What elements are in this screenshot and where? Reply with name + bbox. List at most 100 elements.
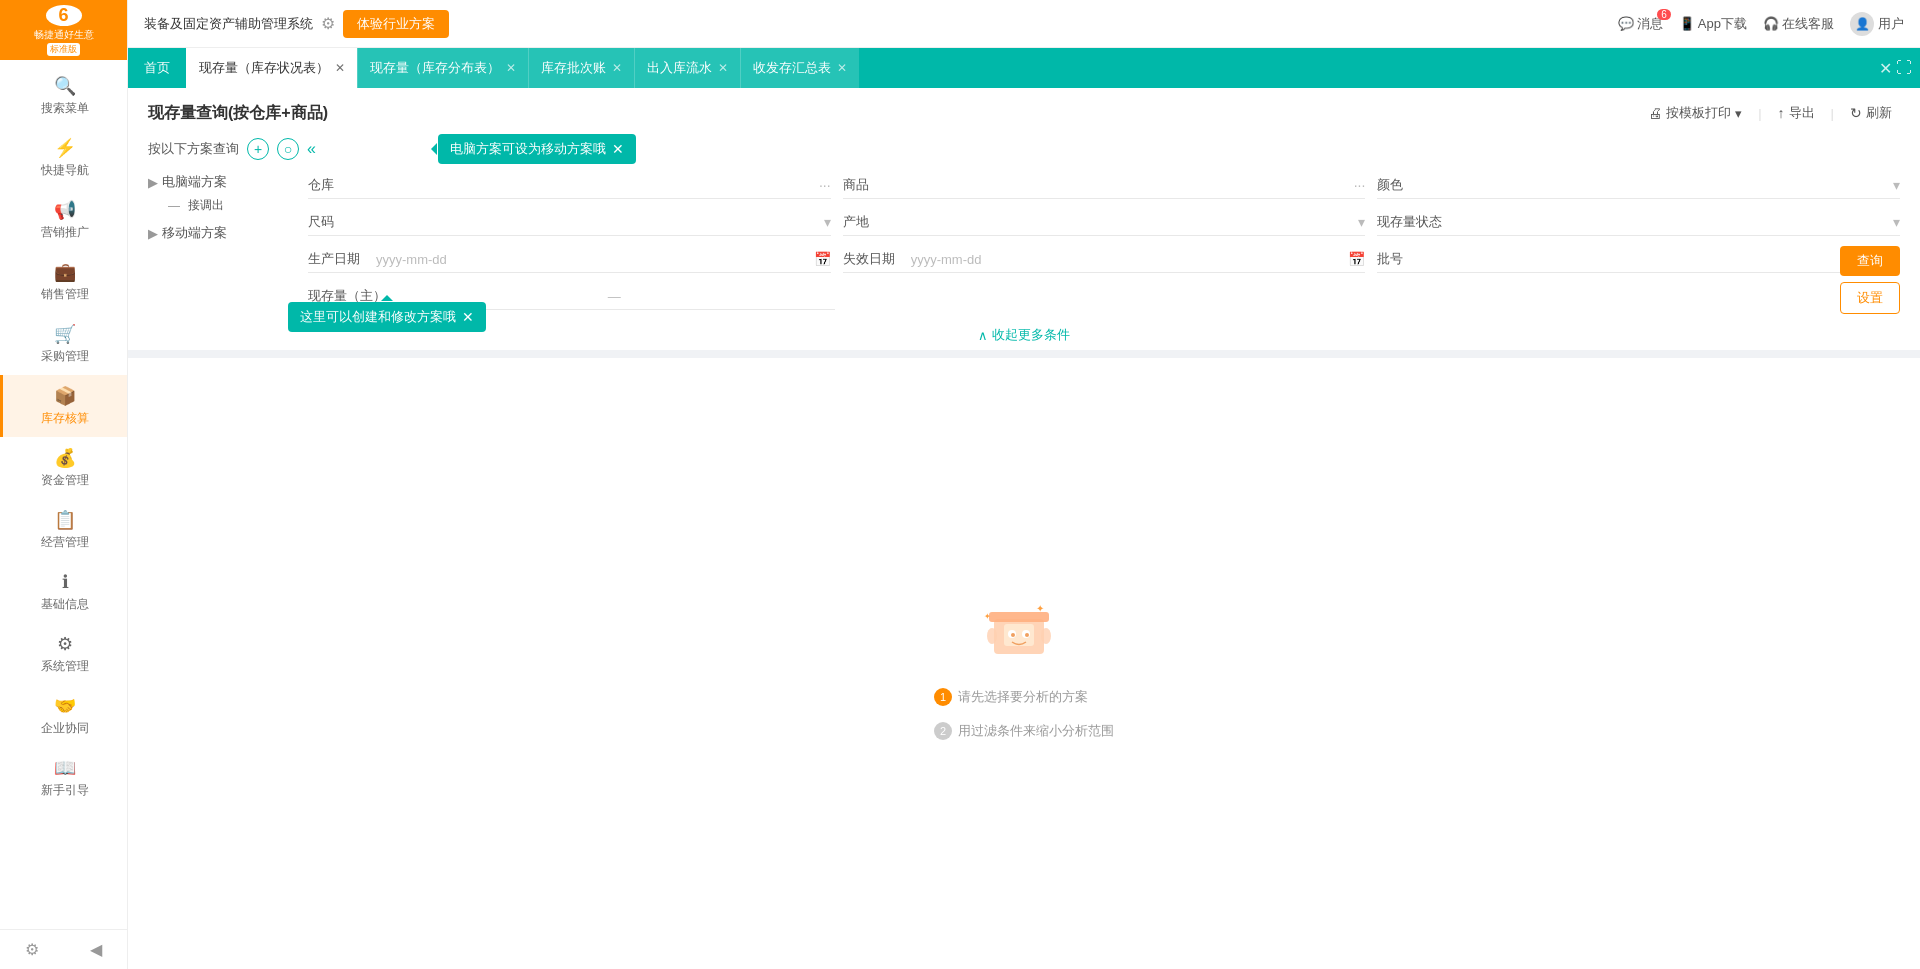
content-area: 现存量查询(按仓库+商品) 🖨 按模板打印 ▾ | ↑ 导出 | ↻ 刷新: [128, 88, 1920, 969]
tooltip-create: 这里可以创建和修改方案哦 ✕: [288, 302, 486, 332]
sidebar-item-label: 基础信息: [41, 596, 89, 613]
filter-field-warehouse: 仓库 ···: [308, 172, 831, 199]
svg-text:✦: ✦: [1036, 603, 1044, 614]
system-icon: ⚙: [57, 633, 73, 655]
settings-button[interactable]: ⚙: [25, 940, 39, 959]
sidebar-item-operation[interactable]: 📋 经营管理: [0, 499, 127, 561]
tab-label: 出入库流水: [647, 59, 712, 77]
goods-input[interactable]: [911, 178, 1346, 193]
scheme-desktop-item[interactable]: — 接调出: [148, 194, 303, 217]
select-down-icon[interactable]: ▾: [1893, 177, 1900, 193]
sidebar-item-purchase[interactable]: 🛒 采购管理: [0, 313, 127, 375]
batch-no-input[interactable]: [1445, 252, 1900, 267]
produce-date-input[interactable]: [376, 252, 806, 267]
expire-date-input[interactable]: [911, 252, 1341, 267]
topbar-right: 💬 消息 6 📱 App下载 🎧 在线客服 👤 用户: [1618, 12, 1904, 36]
experience-button[interactable]: 体验行业方案: [343, 10, 449, 38]
page-header: 现存量查询(按仓库+商品) 🖨 按模板打印 ▾ | ↑ 导出 | ↻ 刷新: [128, 88, 1920, 126]
query-button[interactable]: 查询: [1840, 246, 1900, 276]
filter-scheme-button[interactable]: ○: [277, 138, 299, 160]
select-down-icon4[interactable]: ▾: [1893, 214, 1900, 230]
origin-input[interactable]: [911, 215, 1351, 230]
select-down-icon3[interactable]: ▾: [1358, 214, 1365, 230]
tooltip-scheme-text: 电脑方案可设为移动方案哦: [450, 140, 606, 158]
sidebar-item-label: 营销推广: [41, 224, 89, 241]
dots-icon2[interactable]: ···: [1354, 177, 1366, 193]
tab-close-icon[interactable]: ✕: [612, 61, 622, 75]
dots-icon[interactable]: ···: [819, 177, 831, 193]
online-service-button[interactable]: 🎧 在线客服: [1763, 15, 1834, 33]
divider: |: [1758, 106, 1761, 121]
scheme-desktop-group[interactable]: ▶ 电脑端方案: [148, 170, 303, 194]
tab-close-icon[interactable]: ✕: [335, 61, 345, 75]
search-icon: 🔍: [54, 75, 76, 97]
print-button[interactable]: 🖨 按模板打印 ▾: [1640, 100, 1750, 126]
guide-icon: 📖: [54, 757, 76, 779]
warehouse-input[interactable]: [376, 178, 811, 193]
filter-wrapper: 按以下方案查询 + ○ « 电脑方案可设为移动方案哦 ✕ ▶ 电脑端方案 — 接…: [128, 126, 1920, 350]
calendar-icon[interactable]: 📅: [814, 251, 831, 267]
page-title: 现存量查询(按仓库+商品): [148, 103, 328, 124]
sidebar-item-search[interactable]: 🔍 搜索菜单: [0, 65, 127, 127]
logo-badge: 标准版: [47, 43, 80, 56]
tab-label: 库存批次账: [541, 59, 606, 77]
close-all-button[interactable]: ✕: [1879, 59, 1892, 78]
user-button[interactable]: 👤 用户: [1850, 12, 1904, 36]
tab-close-icon[interactable]: ✕: [506, 61, 516, 75]
collapse-button[interactable]: ◀: [90, 940, 102, 959]
gear-icon[interactable]: ⚙: [321, 14, 335, 33]
chevron-up-icon: ∧: [978, 328, 988, 343]
tab-home[interactable]: 首页: [128, 48, 186, 88]
sidebar-logo: 6 畅捷通好生意 标准版: [0, 0, 127, 60]
sidebar-item-finance[interactable]: 💰 资金管理: [0, 437, 127, 499]
filter-field-stock-status: 现存量状态 ▾: [1377, 209, 1900, 236]
stock-main-end[interactable]: [633, 289, 835, 304]
sidebar-item-quick-nav[interactable]: ⚡ 快捷导航: [0, 127, 127, 189]
refresh-button[interactable]: ↻ 刷新: [1842, 100, 1900, 126]
tooltip-scheme: 电脑方案可设为移动方案哦 ✕: [438, 134, 636, 164]
filter-label: 按以下方案查询: [148, 140, 239, 158]
sidebar-item-inventory[interactable]: 📦 库存核算: [0, 375, 127, 437]
tab-batch-account[interactable]: 库存批次账 ✕: [528, 48, 634, 88]
calendar-icon2[interactable]: 📅: [1348, 251, 1365, 267]
message-button[interactable]: 💬 消息 6: [1618, 15, 1663, 33]
tab-inout-flow[interactable]: 出入库流水 ✕: [634, 48, 740, 88]
filter-header: 按以下方案查询 + ○ «: [148, 138, 1900, 160]
select-down-icon2[interactable]: ▾: [824, 214, 831, 230]
filter-add-button[interactable]: +: [247, 138, 269, 160]
sidebar-item-enterprise[interactable]: 🤝 企业协同: [0, 685, 127, 747]
inventory-icon: 📦: [54, 385, 76, 407]
tab-receive-summary[interactable]: 收发存汇总表 ✕: [740, 48, 859, 88]
page-actions: 🖨 按模板打印 ▾ | ↑ 导出 | ↻ 刷新: [1640, 100, 1900, 126]
tab-close-icon[interactable]: ✕: [837, 61, 847, 75]
export-button[interactable]: ↑ 导出: [1770, 100, 1823, 126]
svg-text:✦: ✦: [984, 612, 991, 621]
tab-inventory-dist[interactable]: 现存量（库存分布表） ✕: [357, 48, 528, 88]
sidebar-item-guide[interactable]: 📖 新手引导: [0, 747, 127, 809]
sidebar-item-basic[interactable]: ℹ 基础信息: [0, 561, 127, 623]
tooltip-create-text: 这里可以创建和修改方案哦: [300, 308, 456, 326]
sidebar-item-label: 新手引导: [41, 782, 89, 799]
set-button[interactable]: 设置: [1840, 282, 1900, 314]
dash-icon: —: [168, 199, 180, 213]
filter-arrow-button[interactable]: «: [307, 140, 316, 158]
color-input[interactable]: [1445, 178, 1885, 193]
tooltip-create-close[interactable]: ✕: [462, 309, 474, 325]
tooltip-scheme-close[interactable]: ✕: [612, 141, 624, 157]
sidebar-item-sales[interactable]: 💼 销售管理: [0, 251, 127, 313]
operation-icon: 📋: [54, 509, 76, 531]
filter-rows-area: 仓库 ··· 商品 ··· 颜色 ▾: [148, 172, 1900, 310]
sidebar-item-system[interactable]: ⚙ 系统管理: [0, 623, 127, 685]
app-download-button[interactable]: 📱 App下载: [1679, 15, 1747, 33]
step-1-number: 1: [934, 688, 952, 706]
sidebar-item-marketing[interactable]: 📢 营销推广: [0, 189, 127, 251]
marketing-icon: 📢: [54, 199, 76, 221]
tab-inventory-status[interactable]: 现存量（库存状况表） ✕: [186, 48, 357, 88]
tab-close-icon[interactable]: ✕: [718, 61, 728, 75]
expand-button[interactable]: ⛶: [1896, 59, 1912, 77]
print-icon: 🖨: [1648, 105, 1662, 121]
size-input[interactable]: [376, 215, 816, 230]
stock-status-input[interactable]: [1450, 215, 1885, 230]
scheme-mobile-group[interactable]: ▶ 移动端方案: [148, 221, 303, 245]
sidebar-item-label: 企业协同: [41, 720, 89, 737]
